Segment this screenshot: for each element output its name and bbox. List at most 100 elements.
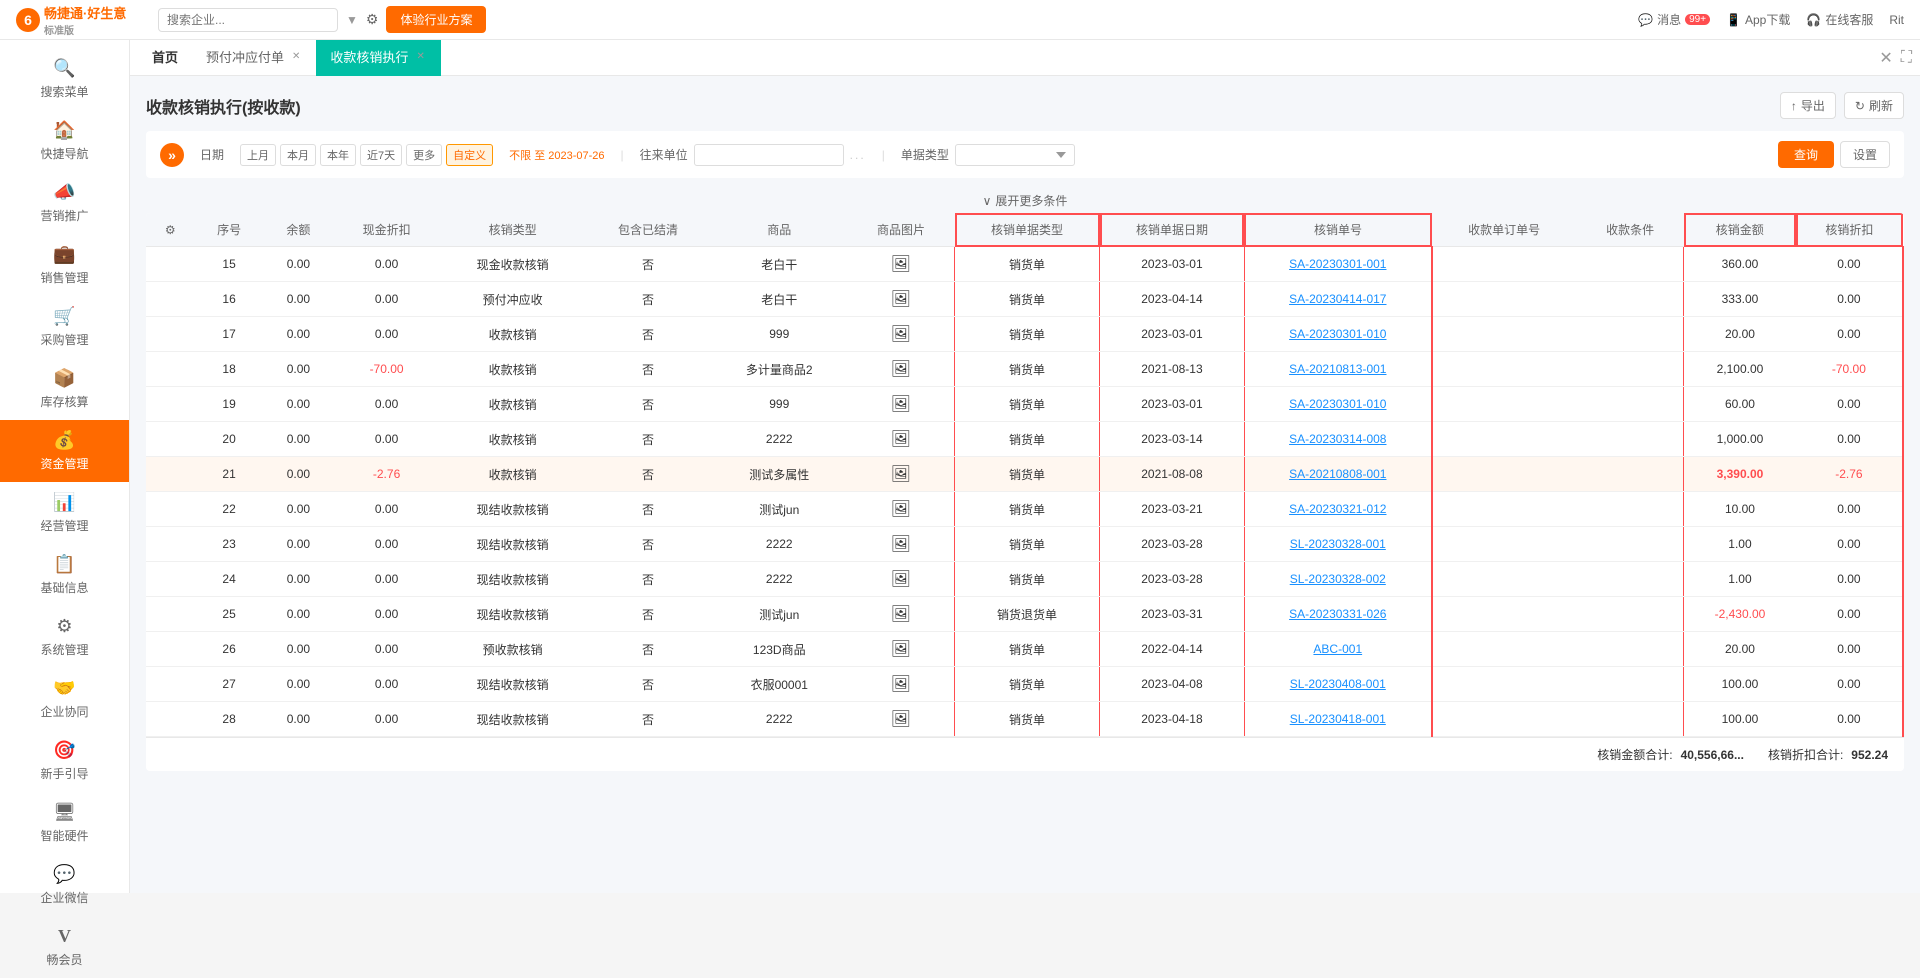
type-select[interactable] <box>955 144 1075 166</box>
online-service-button[interactable]: 🎧 在线客服 <box>1806 11 1873 28</box>
company-search-input[interactable] <box>158 8 338 32</box>
sidebar-item-basic[interactable]: 📋 基础信息 <box>0 544 129 606</box>
table-cell[interactable]: SA-20210813-001 <box>1244 352 1431 387</box>
setting-button[interactable]: 设置 <box>1840 141 1890 168</box>
user-name: Rit <box>1889 13 1904 27</box>
table-cell: 18 <box>194 352 263 387</box>
th-receipt-cond: 收款条件 <box>1577 213 1684 247</box>
table-cell: 0.00 <box>333 702 440 737</box>
table-cell: 999 <box>711 387 848 422</box>
sidebar-item-nav[interactable]: 🏠 快捷导航 <box>0 110 129 172</box>
date-btn-this-month[interactable]: 本月 <box>280 144 316 166</box>
table-cell: 2021-08-08 <box>1100 457 1245 492</box>
th-bill-no: 核销单号 <box>1244 213 1431 247</box>
table-cell: 0.00 <box>333 317 440 352</box>
table-cell: 测试jun <box>711 597 848 632</box>
table-cell[interactable]: SL-20230408-001 <box>1244 667 1431 702</box>
sidebar-item-label: 智能硬件 <box>40 827 88 844</box>
main-content: 首页 预付冲应付单 ✕ 收款核销执行 ✕ ✕ ⛶ 收款核销执行(按收款) <box>130 40 1920 893</box>
table-cell: 2222 <box>711 702 848 737</box>
table-cell[interactable]: SL-20230328-002 <box>1244 562 1431 597</box>
sidebar-item-sales[interactable]: 💼 销售管理 <box>0 234 129 296</box>
date-btn-last-month[interactable]: 上月 <box>240 144 276 166</box>
expand-more-button[interactable]: ∨ 展开更多条件 <box>146 188 1904 213</box>
table-cell[interactable]: SA-20210808-001 <box>1244 457 1431 492</box>
total-discount-section: 核销折扣合计: 952.24 <box>1768 746 1888 763</box>
sidebar-item-hardware[interactable]: 🖥 智能硬件 <box>0 792 129 854</box>
table-cell: 测试多属性 <box>711 457 848 492</box>
table-cell[interactable]: ABC-001 <box>1244 632 1431 667</box>
date-btn-7days[interactable]: 近7天 <box>360 144 402 166</box>
table-cell[interactable]: SA-20230321-012 <box>1244 492 1431 527</box>
refresh-button[interactable]: ↻ 刷新 <box>1844 92 1904 119</box>
tab-receipt-cancel[interactable]: 收款核销执行 ✕ <box>316 40 440 76</box>
table-cell[interactable]: SA-20230301-010 <box>1244 387 1431 422</box>
table-cell: 28 <box>194 702 263 737</box>
top-bar: 6 畅捷通·好生意 标准版 ▼ ⚙ 体验行业方案 💬 消息 99+ 📱 App下… <box>0 0 1920 40</box>
table-cell: 27 <box>194 667 263 702</box>
sidebar-item-finance[interactable]: 💰 资金管理 <box>0 420 129 482</box>
tab-close-all-icon[interactable]: ✕ <box>1879 48 1892 68</box>
hardware-icon: 🖥 <box>53 802 76 823</box>
sidebar-item-search[interactable]: 🔍 搜索菜单 <box>0 48 129 110</box>
message-badge: 99+ <box>1685 14 1710 25</box>
user-menu[interactable]: Rit <box>1889 13 1904 27</box>
dropdown-arrow-icon[interactable]: ▼ <box>346 13 358 27</box>
sidebar-item-label: 快捷导航 <box>40 145 88 162</box>
sidebar-item-inventory[interactable]: 📦 库存核算 <box>0 358 129 420</box>
table-cell[interactable]: SA-20230331-026 <box>1244 597 1431 632</box>
message-button[interactable]: 💬 消息 99+ <box>1638 11 1710 28</box>
table-cell: 123D商品 <box>711 632 848 667</box>
gear-icon[interactable]: ⚙ <box>366 11 379 28</box>
table-cell[interactable]: SA-20230414-017 <box>1244 282 1431 317</box>
table-cell <box>1577 702 1684 737</box>
td-product-img: 🖼 <box>848 352 955 387</box>
date-btn-this-year[interactable]: 本年 <box>320 144 356 166</box>
table-cell: 16 <box>194 282 263 317</box>
app-download-button[interactable]: 📱 App下载 <box>1726 11 1790 28</box>
table-cell: 销货单 <box>955 702 1100 737</box>
app-name: 畅捷通·好生意 <box>44 3 126 22</box>
table-cell[interactable]: SA-20230314-008 <box>1244 422 1431 457</box>
tab-prepayment[interactable]: 预付冲应付单 ✕ <box>192 40 316 76</box>
table-cell[interactable]: SA-20230301-010 <box>1244 317 1431 352</box>
table-cell[interactable]: SL-20230418-001 <box>1244 702 1431 737</box>
table-cell: 收款核销 <box>440 317 585 352</box>
table-cell: 0.00 <box>333 597 440 632</box>
sidebar-item-member[interactable]: V 畅会员 <box>0 916 129 978</box>
table-cell: 22 <box>194 492 263 527</box>
query-button[interactable]: 查询 <box>1778 141 1834 168</box>
table-cell: 否 <box>585 387 711 422</box>
sidebar-item-system[interactable]: ⚙ 系统管理 <box>0 606 129 668</box>
tab-prepayment-close[interactable]: ✕ <box>290 51 302 62</box>
export-icon: ↑ <box>1791 99 1797 113</box>
sidebar-item-marketing[interactable]: 📣 营销推广 <box>0 172 129 234</box>
export-button[interactable]: ↑ 导出 <box>1780 92 1836 119</box>
marketing-icon: 📣 <box>53 182 75 203</box>
industry-solution-button[interactable]: 体验行业方案 <box>386 6 486 33</box>
td-settings <box>146 667 194 702</box>
filter-expand-button[interactable]: » <box>160 143 184 167</box>
tab-receipt-cancel-close[interactable]: ✕ <box>414 51 426 62</box>
sidebar-item-collab[interactable]: 🤝 企业协同 <box>0 668 129 730</box>
tab-expand-icon[interactable]: ⛶ <box>1901 49 1912 67</box>
td-product-img: 🖼 <box>848 492 955 527</box>
table-cell: 收款核销 <box>440 422 585 457</box>
sidebar-item-guide[interactable]: 🎯 新手引导 <box>0 730 129 792</box>
table-cell: 否 <box>585 457 711 492</box>
table-row: 240.000.00现结收款核销否2222🖼销货单2023-03-28SL-20… <box>146 562 1903 597</box>
date-btn-custom[interactable]: 自定义 <box>446 144 493 166</box>
sidebar-item-operations[interactable]: 📊 经营管理 <box>0 482 129 544</box>
table-cell[interactable]: SL-20230328-001 <box>1244 527 1431 562</box>
sidebar-item-purchase[interactable]: 🛒 采购管理 <box>0 296 129 358</box>
unit-input[interactable] <box>694 144 844 166</box>
table-cell[interactable]: SA-20230301-001 <box>1244 247 1431 282</box>
unit-search-dots[interactable]: ... <box>850 148 866 162</box>
tab-home[interactable]: 首页 <box>138 40 192 76</box>
sidebar-item-label: 库存核算 <box>40 393 88 410</box>
table-cell: 2023-03-01 <box>1100 387 1245 422</box>
sidebar-item-wechat[interactable]: 💬 企业微信 <box>0 854 129 916</box>
table-cell <box>1432 562 1577 597</box>
td-settings <box>146 387 194 422</box>
date-btn-more[interactable]: 更多 <box>406 144 442 166</box>
